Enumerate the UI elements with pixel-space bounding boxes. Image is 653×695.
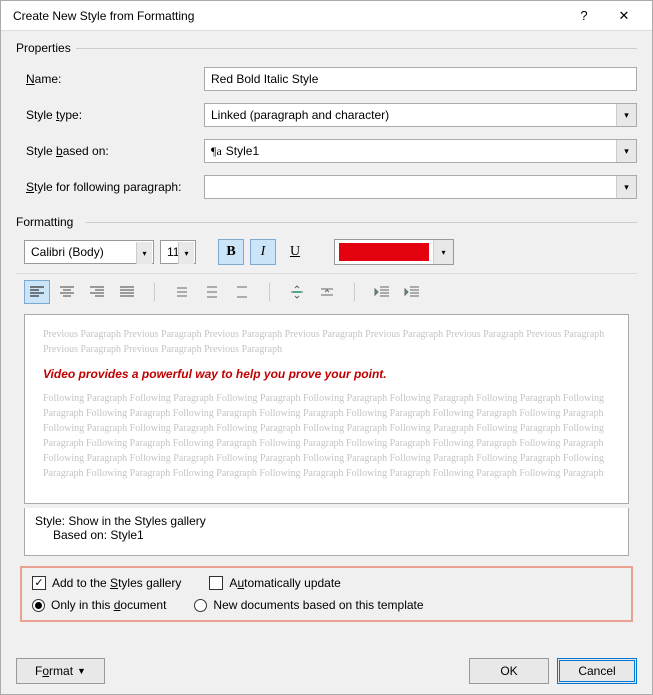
preview-pane: Previous Paragraph Previous Paragraph Pr… [24, 314, 629, 504]
underline-button[interactable]: U [282, 239, 308, 265]
align-right-button[interactable] [84, 280, 110, 304]
chevron-down-icon: ▾ [616, 176, 636, 198]
create-style-dialog: Create New Style from Formatting ? ✕ Pro… [0, 0, 653, 695]
radio-checked-icon [32, 599, 45, 612]
style-type-label: Style type: [16, 108, 196, 122]
formatting-section-label: Formatting [16, 215, 637, 229]
name-label: Name: [16, 72, 196, 86]
titlebar: Create New Style from Formatting ? ✕ [1, 1, 652, 31]
align-justify-button[interactable] [114, 280, 140, 304]
pilcrow-icon: ¶a [211, 144, 222, 159]
format-button[interactable]: Format▼ [16, 658, 105, 684]
spacing-double-button[interactable] [229, 280, 255, 304]
decrease-indent-button[interactable] [369, 280, 395, 304]
color-swatch [339, 243, 429, 261]
checkbox-checked-icon: ✓ [32, 576, 46, 590]
align-left-button[interactable] [24, 280, 50, 304]
bold-button[interactable]: B [218, 239, 244, 265]
space-after-button[interactable] [314, 280, 340, 304]
add-to-gallery-checkbox[interactable]: ✓ Add to the Styles gallery [32, 576, 181, 590]
only-this-document-radio[interactable]: Only in this document [32, 598, 166, 612]
radio-unchecked-icon [194, 599, 207, 612]
font-size-select[interactable]: 11 ▾ [160, 240, 196, 264]
preview-following-text: Following Paragraph Following Paragraph … [43, 391, 610, 481]
style-following-label: Style for following paragraph: [16, 180, 196, 194]
dialog-title: Create New Style from Formatting [13, 9, 564, 23]
style-type-select[interactable]: Linked (paragraph and character) ▾ [204, 103, 637, 127]
spacing-single-button[interactable] [169, 280, 195, 304]
style-description: Style: Show in the Styles gallery Based … [24, 508, 629, 556]
chevron-down-icon: ▾ [616, 140, 636, 162]
caret-down-icon: ▼ [77, 666, 86, 676]
ok-button[interactable]: OK [469, 658, 549, 684]
name-input[interactable] [204, 67, 637, 91]
italic-button[interactable]: I [250, 239, 276, 265]
style-based-on-label: Style based on: [16, 144, 196, 158]
preview-previous-text: Previous Paragraph Previous Paragraph Pr… [43, 327, 610, 357]
font-select[interactable]: Calibri (Body) ▾ [24, 240, 154, 264]
properties-section-label: Properties [16, 41, 637, 55]
align-center-button[interactable] [54, 280, 80, 304]
preview-sample-text: Video provides a powerful way to help yo… [43, 367, 610, 381]
help-button[interactable]: ? [564, 2, 604, 30]
increase-indent-button[interactable] [399, 280, 425, 304]
chevron-down-icon: ▾ [616, 104, 636, 126]
chevron-down-icon: ▾ [178, 242, 194, 264]
close-button[interactable]: ✕ [604, 2, 644, 30]
auto-update-checkbox[interactable]: Automatically update [209, 576, 340, 590]
spacing-15-button[interactable] [199, 280, 225, 304]
cancel-button[interactable]: Cancel [557, 658, 637, 684]
new-documents-radio[interactable]: New documents based on this template [194, 598, 423, 612]
footer: Format▼ OK Cancel [1, 648, 652, 694]
checkbox-unchecked-icon [209, 576, 223, 590]
style-based-on-select[interactable]: ¶aStyle1 ▾ [204, 139, 637, 163]
options-highlight: ✓ Add to the Styles gallery Automaticall… [20, 566, 633, 622]
chevron-down-icon: ▾ [136, 242, 152, 264]
space-before-button[interactable] [284, 280, 310, 304]
style-following-select[interactable]: ▾ [204, 175, 637, 199]
font-color-button[interactable]: ▾ [334, 239, 454, 265]
chevron-down-icon: ▾ [433, 240, 453, 264]
